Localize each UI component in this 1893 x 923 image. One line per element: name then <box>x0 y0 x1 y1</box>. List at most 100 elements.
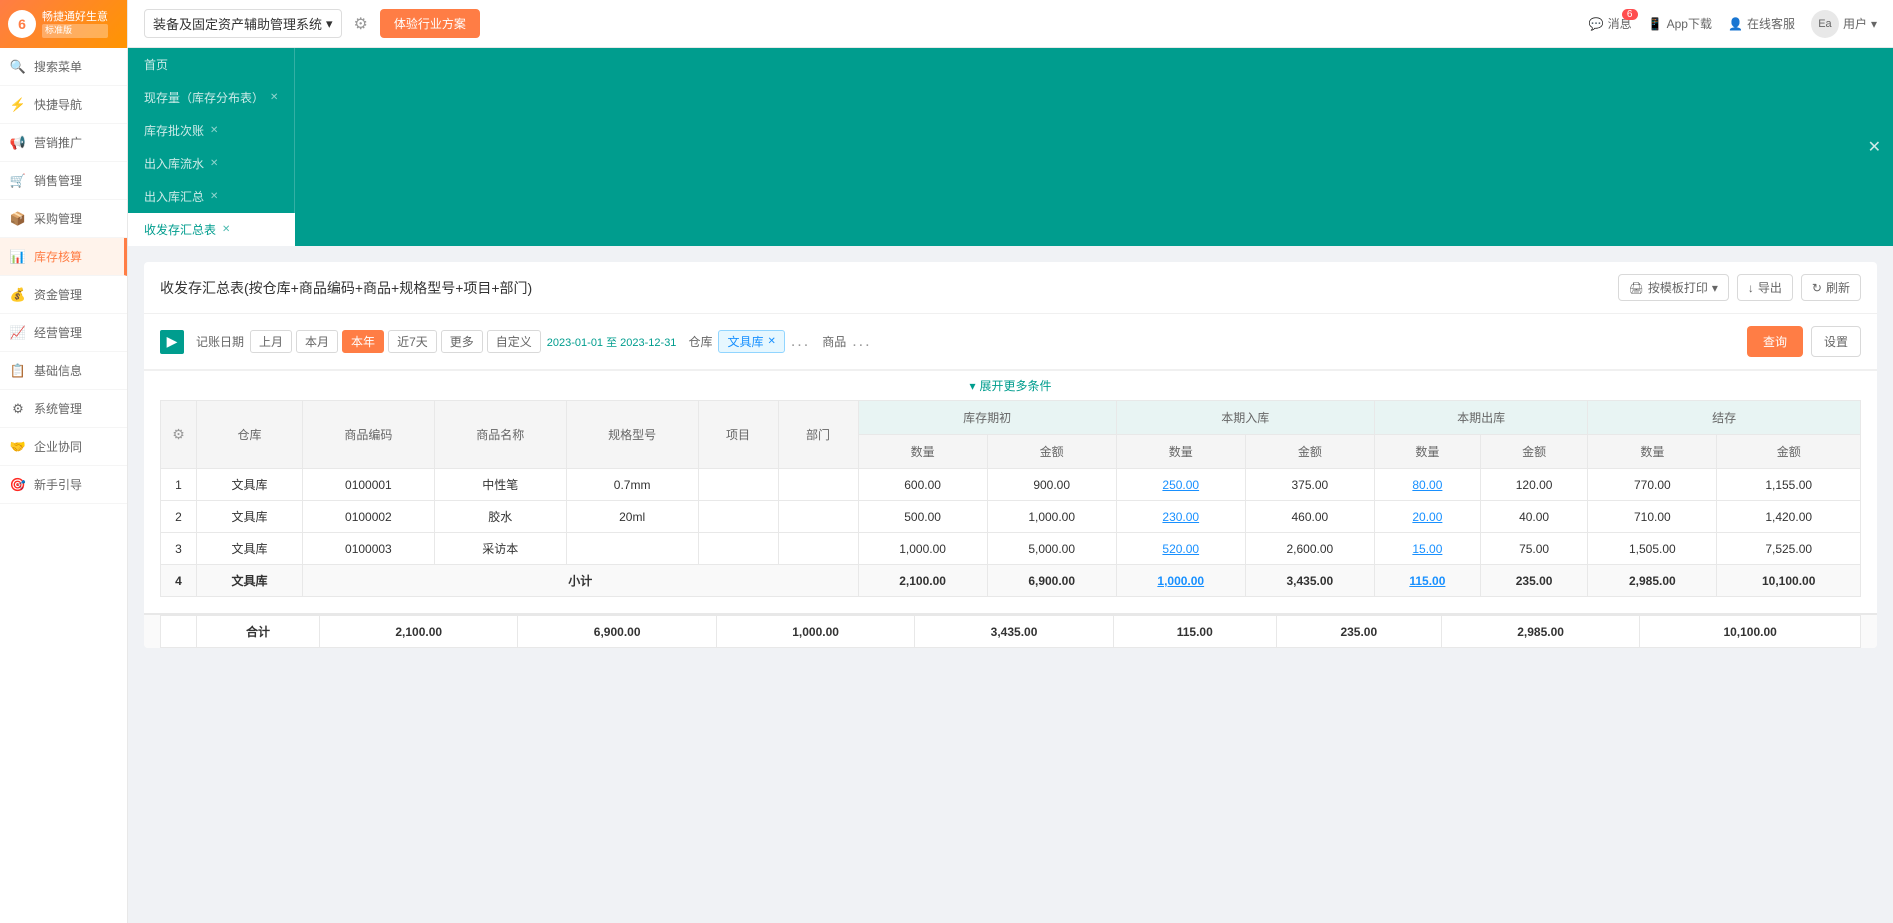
expand-arrow-icon: ▾ <box>969 379 975 393</box>
date-btn-更多[interactable]: 更多 <box>441 330 483 353</box>
total-label: 合计 <box>197 616 320 648</box>
subtotal-opening-qty: 2,100.00 <box>858 565 987 597</box>
sidebar-item-business[interactable]: 📈 经营管理 <box>0 314 127 352</box>
sidebar-item-purchase[interactable]: 📦 采购管理 <box>0 200 127 238</box>
th-group-opening: 库存期初 <box>858 401 1116 435</box>
sidebar-item-marketing[interactable]: 📢 营销推广 <box>0 124 127 162</box>
sidebar-item-enterprise[interactable]: 🤝 企业协同 <box>0 428 127 466</box>
cell-out-amt: 120.00 <box>1480 469 1587 501</box>
cell-project <box>698 501 778 533</box>
message-btn[interactable]: 💬 消息 6 <box>1589 15 1632 32</box>
total-opening-amt: 6,900.00 <box>518 616 716 648</box>
tab-recv-send-summary[interactable]: 收发存汇总表 ✕ <box>128 213 295 246</box>
system-icon: ⚙ <box>10 401 26 417</box>
cell-in-amt: 2,600.00 <box>1245 533 1374 565</box>
subtotal-closing-qty: 2,985.00 <box>1588 565 1717 597</box>
warehouse-tag-text: 文具库 <box>727 333 763 350</box>
filter-toggle-btn[interactable]: ▶ <box>160 330 184 354</box>
cell-in-amt: 375.00 <box>1245 469 1374 501</box>
cell-closing-qty: 1,505.00 <box>1588 533 1717 565</box>
th-department: 部门 <box>778 401 858 469</box>
app-download-label: App下载 <box>1667 15 1712 32</box>
out-qty-link[interactable]: 80.00 <box>1412 478 1442 492</box>
subtotal-in-qty-link[interactable]: 1,000.00 <box>1157 574 1204 588</box>
sidebar-item-quick-nav[interactable]: ⚡ 快捷导航 <box>0 86 127 124</box>
warehouse-filter-group: 仓库 文具库 ✕ ... <box>688 330 810 353</box>
message-icon: 💬 <box>1589 17 1604 31</box>
tab-stock-dist[interactable]: 现存量（库存分布表） ✕ <box>128 81 295 114</box>
system-select[interactable]: 装备及固定资产辅助管理系统 ▾ <box>144 9 342 38</box>
total-in-amt: 3,435.00 <box>915 616 1113 648</box>
tab-in-out-summary[interactable]: 出入库汇总✕ <box>128 180 295 213</box>
tab-label-recv-send-summary: 收发存汇总表 <box>144 221 216 238</box>
cell-closing-amt: 1,155.00 <box>1717 469 1861 501</box>
sidebar-label-system: 系统管理 <box>34 400 82 417</box>
tab-close-recv-send-summary[interactable]: ✕ <box>222 224 230 235</box>
sidebar-item-finance[interactable]: 💰 资金管理 <box>0 276 127 314</box>
sidebar-item-inventory[interactable]: 📊 库存核算 <box>0 238 127 276</box>
cell-closing-qty: 770.00 <box>1588 469 1717 501</box>
table-settings-icon[interactable]: ⚙ <box>172 426 185 442</box>
subtotal-in-qty: 1,000.00 <box>1116 565 1245 597</box>
out-qty-link[interactable]: 20.00 <box>1412 510 1442 524</box>
tab-close-in-out-flow[interactable]: ✕ <box>210 158 218 169</box>
date-btn-自定义[interactable]: 自定义 <box>487 330 541 353</box>
trial-btn[interactable]: 体验行业方案 <box>380 9 480 38</box>
table-row: 3 文具库 0100003 采访本 1,000.00 5,000.00 520.… <box>161 533 1861 565</box>
tab-close-stock-dist[interactable]: ✕ <box>270 92 278 103</box>
warehouse-more-btn[interactable]: ... <box>791 333 810 351</box>
goods-more-btn[interactable]: ... <box>852 333 871 351</box>
tab-close-batch-ledger[interactable]: ✕ <box>210 125 218 136</box>
total-opening-qty: 2,100.00 <box>320 616 518 648</box>
tab-close-in-out-summary[interactable]: ✕ <box>210 191 218 202</box>
refresh-btn[interactable]: ↻ 刷新 <box>1801 274 1861 301</box>
close-all-tabs-btn[interactable]: ✕ <box>1856 129 1893 165</box>
date-btn-本月[interactable]: 本月 <box>296 330 338 353</box>
out-qty-link[interactable]: 15.00 <box>1412 542 1442 556</box>
date-btn-上月[interactable]: 上月 <box>250 330 292 353</box>
th-closing-qty: 数量 <box>1588 435 1717 469</box>
gear-icon[interactable]: ⚙ <box>354 14 368 34</box>
app-download-btn[interactable]: 📱 App下载 <box>1648 15 1712 32</box>
cell-closing-amt: 7,525.00 <box>1717 533 1861 565</box>
sidebar-item-basic[interactable]: 📋 基础信息 <box>0 352 127 390</box>
subtotal-out-qty: 115.00 <box>1374 565 1480 597</box>
warehouse-tag[interactable]: 文具库 ✕ <box>718 330 784 353</box>
business-icon: 📈 <box>10 325 26 341</box>
cell-opening-amt: 900.00 <box>987 469 1116 501</box>
inventory-icon: 📊 <box>10 249 26 265</box>
sidebar-item-guide[interactable]: 🎯 新手引导 <box>0 466 127 504</box>
page-header: 收发存汇总表(按仓库+商品编码+商品+规格型号+项目+部门) 🖨 按模板打印 ▾… <box>144 262 1877 314</box>
export-btn[interactable]: ↓ 导出 <box>1737 274 1793 301</box>
sidebar-item-sales[interactable]: 🛒 销售管理 <box>0 162 127 200</box>
cell-out-qty: 80.00 <box>1374 469 1480 501</box>
subtotal-out-qty-link[interactable]: 115.00 <box>1409 574 1445 588</box>
total-table: 合计 2,100.00 6,900.00 1,000.00 3,435.00 1… <box>160 615 1861 648</box>
date-btn-group: 上月本月本年近7天更多自定义 <box>250 330 541 353</box>
tab-in-out-flow[interactable]: 出入库流水✕ <box>128 147 295 180</box>
warehouse-tag-close[interactable]: ✕ <box>767 336 775 347</box>
tab-label-stock-dist: 现存量（库存分布表） <box>144 89 264 106</box>
online-service-btn[interactable]: 👤 在线客服 <box>1728 15 1795 32</box>
cell-goods-spec: 20ml <box>566 501 698 533</box>
date-btn-近7天[interactable]: 近7天 <box>388 330 437 353</box>
print-btn[interactable]: 🖨 按模板打印 ▾ <box>1618 274 1729 301</box>
in-qty-link[interactable]: 230.00 <box>1162 510 1199 524</box>
tab-home[interactable]: 首页 <box>128 48 295 81</box>
in-qty-link[interactable]: 520.00 <box>1162 542 1199 556</box>
query-btn[interactable]: 查询 <box>1747 326 1803 357</box>
sidebar-item-system[interactable]: ⚙ 系统管理 <box>0 390 127 428</box>
date-btn-本年[interactable]: 本年 <box>342 330 384 353</box>
service-icon: 👤 <box>1728 17 1743 31</box>
filter-setting-btn[interactable]: 设置 <box>1811 326 1861 357</box>
sidebar-item-search[interactable]: 🔍 搜索菜单 <box>0 48 127 86</box>
in-qty-link[interactable]: 250.00 <box>1162 478 1199 492</box>
subtotal-num: 4 <box>161 565 197 597</box>
expand-more-btn[interactable]: ▾ 展开更多条件 <box>144 370 1877 400</box>
th-settings[interactable]: ⚙ <box>161 401 197 469</box>
basic-icon: 📋 <box>10 363 26 379</box>
tab-batch-ledger[interactable]: 库存批次账✕ <box>128 114 295 147</box>
date-filter-group: 记账日期 上月本月本年近7天更多自定义 2023-01-01 至 2023-12… <box>196 330 676 353</box>
user-menu[interactable]: Ea 用户 ▾ <box>1811 10 1877 38</box>
online-service-label: 在线客服 <box>1747 15 1795 32</box>
